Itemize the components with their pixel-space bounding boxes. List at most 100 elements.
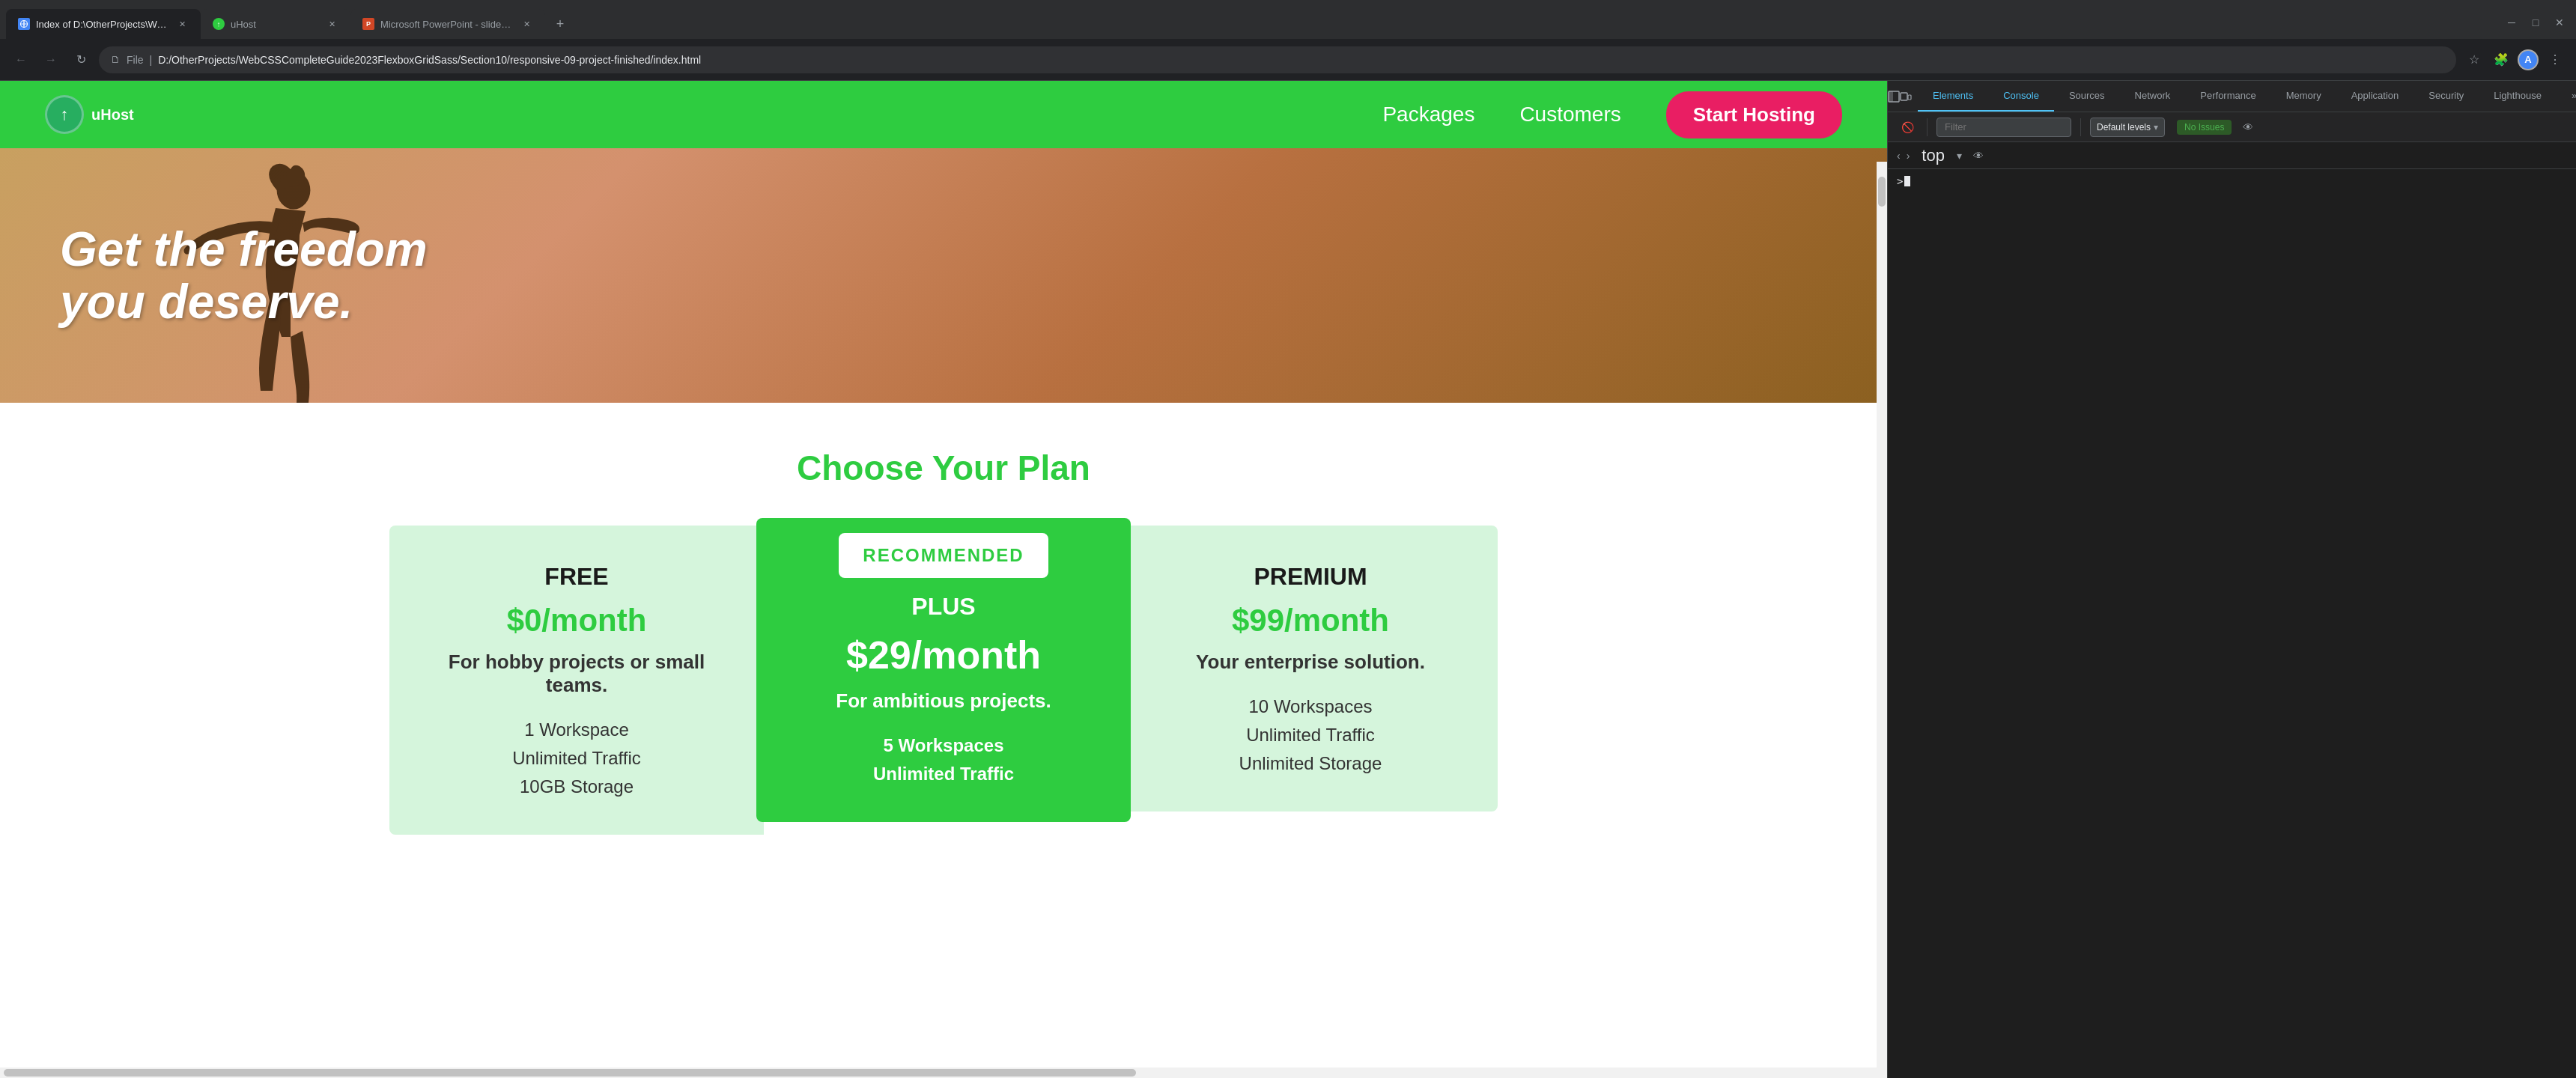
forward-button[interactable]: →: [39, 48, 63, 72]
console-topbar: ‹ › top ▾ 👁: [1888, 142, 2576, 169]
devtools-tab-application[interactable]: Application: [2336, 81, 2414, 112]
customers-link[interactable]: Customers: [1519, 103, 1620, 127]
close-button[interactable]: ✕: [2549, 12, 2570, 33]
tab-3-title: Microsoft PowerPoint - slides_m...: [380, 19, 514, 30]
new-tab-button[interactable]: +: [548, 12, 572, 36]
plus-plan-tagline: For ambitious projects.: [786, 689, 1101, 713]
devtools-tab-security[interactable]: Security: [2414, 81, 2479, 112]
profile-avatar[interactable]: A: [2518, 49, 2539, 70]
plus-plan-name: PLUS: [786, 593, 1101, 621]
devtools-responsive-icon[interactable]: [1900, 86, 1912, 107]
tab-2[interactable]: ↑ uHost ✕: [201, 9, 350, 39]
levels-chevron: ▾: [2154, 122, 2158, 133]
devtools-inspect-icon[interactable]: [1888, 86, 1900, 107]
console-caret: [1904, 176, 1910, 186]
window-controls: ─ □ ✕: [2501, 12, 2570, 39]
top-dropdown-icon[interactable]: ▾: [1957, 150, 1962, 162]
free-plan-price: $0/month: [419, 603, 734, 639]
tab-3-close[interactable]: ✕: [520, 17, 533, 31]
uhost-navbar: 1581.33px × 696.00px ↑ uHost Packages Cu…: [0, 81, 1887, 148]
devtools-tab-more[interactable]: »: [2557, 81, 2576, 112]
recommended-badge: RECOMMENDED: [839, 533, 1048, 578]
plus-plan-card: RECOMMENDED PLUS $29/month For ambitious…: [756, 518, 1131, 822]
premium-feature-2: Unlimited Traffic: [1153, 725, 1468, 746]
tab-1-title: Index of D:\OtherProjects\WebC...: [36, 19, 169, 30]
tab-1-close[interactable]: ✕: [175, 17, 189, 31]
premium-feature-1: 10 Workspaces: [1153, 696, 1468, 717]
logo-text: uHost: [91, 106, 134, 124]
plus-plan-price: $29/month: [786, 633, 1101, 677]
tab-3[interactable]: P Microsoft PowerPoint - slides_m... ✕: [350, 9, 545, 39]
extensions-button[interactable]: 🧩: [2489, 48, 2513, 72]
profile-button[interactable]: A: [2516, 48, 2540, 72]
toolbar-right: ☆ 🧩 A ⋮: [2462, 48, 2567, 72]
main-area: 1581.33px × 696.00px ↑ uHost Packages Cu…: [0, 81, 2576, 1078]
svg-rect-4: [1901, 93, 1907, 100]
free-plan-tagline: For hobby projects or small teams.: [419, 651, 734, 697]
devtools-tab-console[interactable]: Console: [1988, 81, 2054, 112]
url-scheme: File: [127, 54, 144, 66]
subtoolbar-separator: [1927, 118, 1928, 136]
expand-icon[interactable]: ›: [1907, 150, 1910, 162]
svg-rect-5: [1908, 95, 1911, 100]
maximize-button[interactable]: □: [2525, 12, 2546, 33]
tab-1[interactable]: Index of D:\OtherProjects\WebC... ✕: [6, 9, 201, 39]
pricing-section: Choose Your Plan FREE $0/month For hobby…: [0, 403, 1887, 1078]
devtools-tab-performance[interactable]: Performance: [2185, 81, 2270, 112]
devtools-clear-icon[interactable]: 🚫: [1897, 117, 1918, 138]
free-feature-2: Unlimited Traffic: [419, 748, 734, 769]
premium-plan-price: $99/month: [1153, 603, 1468, 639]
packages-link[interactable]: Packages: [1382, 103, 1474, 127]
url-bar[interactable]: 🗋 File | D:/OtherProjects/WebCSSComplete…: [99, 46, 2456, 73]
uhost-logo: ↑ uHost: [45, 95, 134, 134]
devtools-tab-memory[interactable]: Memory: [2271, 81, 2336, 112]
top-context-label[interactable]: top: [1916, 146, 1951, 165]
premium-plan-card: PREMIUM $99/month Your enterprise soluti…: [1123, 526, 1498, 811]
v-scrollbar-thumb[interactable]: [1878, 177, 1886, 207]
devtools-tab-network[interactable]: Network: [2120, 81, 2186, 112]
tab-2-title: uHost: [231, 19, 319, 30]
free-plan-name: FREE: [419, 563, 734, 591]
url-separator: |: [150, 54, 153, 66]
devtools-subtoolbar: 🚫 Default levels ▾ No Issues 👁: [1888, 112, 2576, 142]
plus-feature-2: Unlimited Traffic: [786, 764, 1101, 785]
levels-dropdown[interactable]: Default levels ▾: [2090, 118, 2165, 137]
minimize-button[interactable]: ─: [2501, 12, 2522, 33]
file-icon: 🗋: [111, 54, 121, 65]
devtools-top-tabs: Elements Console Sources Network Perform…: [1888, 81, 2576, 112]
top-eye-icon[interactable]: 👁: [1968, 145, 1989, 166]
logo-icon: ↑: [45, 95, 84, 134]
pricing-title: Choose Your Plan: [60, 448, 1827, 488]
nav-links: Packages Customers Start Hosting: [1382, 91, 1842, 138]
devtools-tab-lighthouse[interactable]: Lighthouse: [2479, 81, 2557, 112]
tab-2-favicon: ↑: [213, 18, 225, 30]
tab-2-close[interactable]: ✕: [325, 17, 338, 31]
free-feature-1: 1 Workspace: [419, 719, 734, 740]
bookmark-button[interactable]: ☆: [2462, 48, 2486, 72]
pricing-cards: FREE $0/month For hobby projects or smal…: [60, 526, 1827, 835]
collapse-icon[interactable]: ‹: [1897, 150, 1901, 162]
vertical-scrollbar[interactable]: [1877, 162, 1887, 1068]
free-feature-3: 10GB Storage: [419, 776, 734, 797]
premium-plan-name: PREMIUM: [1153, 563, 1468, 591]
devtools-tab-sources[interactable]: Sources: [2054, 81, 2120, 112]
tab-bar: Index of D:\OtherProjects\WebC... ✕ ↑ uH…: [0, 0, 2576, 39]
filter-input[interactable]: [1936, 118, 2071, 137]
back-button[interactable]: ←: [9, 48, 33, 72]
console-cursor: >: [1897, 175, 1903, 187]
no-issues-badge: No Issues: [2177, 120, 2232, 135]
menu-button[interactable]: ⋮: [2543, 48, 2567, 72]
free-plan-card: FREE $0/month For hobby projects or smal…: [389, 526, 764, 835]
start-hosting-button[interactable]: Start Hosting: [1666, 91, 1842, 138]
reload-button[interactable]: ↻: [69, 48, 93, 72]
devtools-content: >: [1888, 169, 2576, 1078]
levels-label: Default levels: [2097, 122, 2151, 133]
horizontal-scrollbar[interactable]: [0, 1068, 1887, 1078]
subtoolbar-separator-2: [2080, 118, 2081, 136]
tab-3-favicon: P: [362, 18, 374, 30]
hero-headline: Get the freedom you deserve.: [60, 223, 509, 329]
devtools-tab-elements[interactable]: Elements: [1918, 81, 1988, 112]
devtools-eye-icon[interactable]: 👁: [2238, 117, 2258, 138]
h-scrollbar-thumb[interactable]: [4, 1069, 1136, 1077]
url-path: D:/OtherProjects/WebCSSCompleteGuide2023…: [158, 54, 2444, 66]
